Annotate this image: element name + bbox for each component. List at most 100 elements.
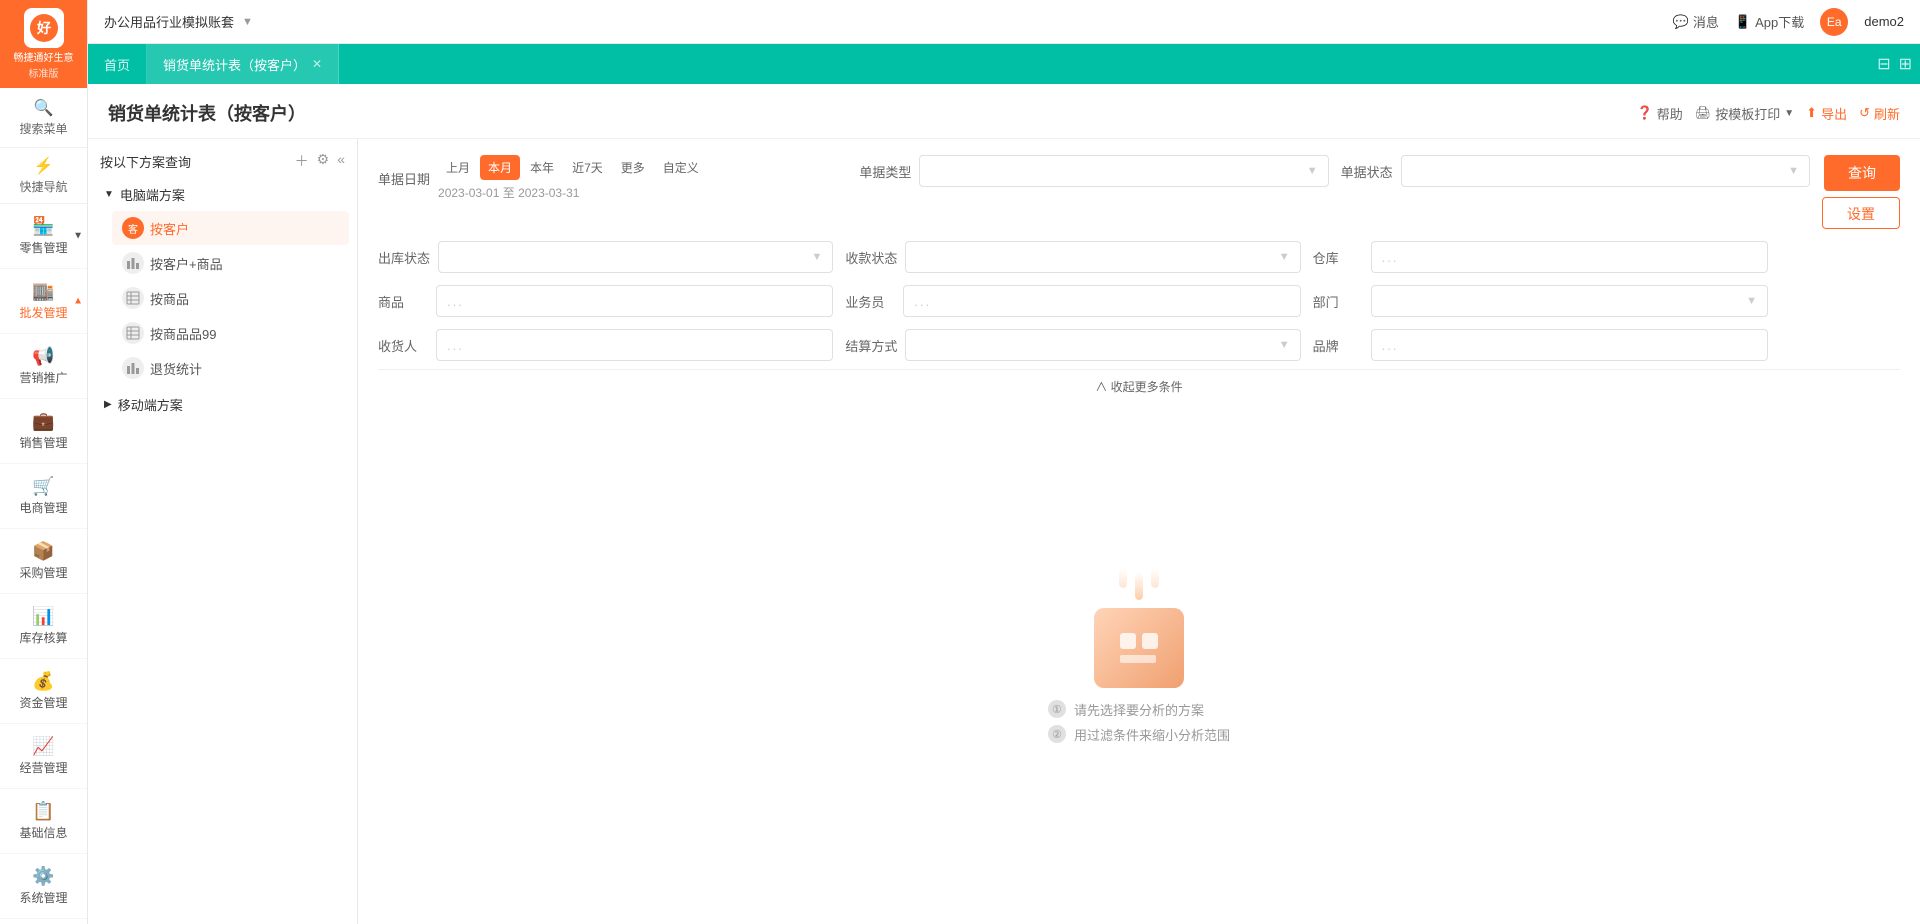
export-icon: ⬆ xyxy=(1806,105,1817,121)
tab-sales-stats[interactable]: 销货单统计表（按客户） ✕ xyxy=(147,44,339,84)
sidebar-item-operations[interactable]: 📈 经营管理 xyxy=(0,724,87,789)
print-button[interactable]: 🖨 按模板打印 ▼ xyxy=(1695,104,1794,123)
bar-chart-scheme-icon xyxy=(122,357,144,379)
messages-button[interactable]: 💬 消息 xyxy=(1673,12,1719,31)
date-last7-btn[interactable]: 近7天 xyxy=(564,155,611,180)
sidebar-item-basic-info[interactable]: 📋 基础信息 xyxy=(0,789,87,854)
tree-item-by-product[interactable]: 按商品 xyxy=(112,281,349,315)
sidebar-item-sys-mgmt[interactable]: ⚙️ 系统管理 xyxy=(0,854,87,919)
help-button[interactable]: ❓ 帮助 xyxy=(1637,104,1683,123)
sidebar-item-marketing[interactable]: 📢 营销推广 xyxy=(0,334,87,399)
ship-status-select[interactable]: ▼ xyxy=(438,241,833,273)
brand-label: 品牌 xyxy=(1313,336,1363,355)
sidebar-item-finance[interactable]: 💰 资金管理 xyxy=(0,659,87,724)
sidebar-item-quick-nav[interactable]: ⚡ 快捷导航 xyxy=(0,148,87,204)
empty-tips: ① 请先选择要分析的方案 ② 用过滤条件来缩小分析范围 xyxy=(1048,700,1230,744)
chart-scheme-icon xyxy=(122,252,144,274)
sidebar-item-inventory[interactable]: 📊 库存核算 xyxy=(0,594,87,659)
settings-scheme-icon[interactable]: ⚙ xyxy=(317,151,330,171)
receiver-input[interactable]: ... xyxy=(436,329,833,361)
sidebar-item-search-menu[interactable]: 🔍 搜索菜单 xyxy=(0,88,87,148)
warehouse-dots: ... xyxy=(1382,250,1399,265)
right-panel: 单据日期 上月 本月 本年 近7天 更多 自定义 xyxy=(358,139,1920,924)
tree-item-by-customer[interactable]: 客 按客户 xyxy=(112,211,349,245)
date-last-month-btn[interactable]: 上月 xyxy=(438,155,478,180)
tree-mobile-parent[interactable]: ▶ 移动端方案 xyxy=(96,389,349,420)
receiver-dots: ... xyxy=(447,338,464,353)
doc-type-label: 单据类型 xyxy=(859,162,911,181)
breadcrumb: 办公用品行业模拟账套 ▼ xyxy=(104,12,253,31)
chevron-down-icon: ▼ xyxy=(242,16,253,28)
sidebar-item-ecommerce[interactable]: 🛒 电商管理 xyxy=(0,464,87,529)
product-input[interactable]: ... xyxy=(436,285,833,317)
dept-select[interactable]: ▼ xyxy=(1371,285,1768,317)
date-this-year-btn[interactable]: 本年 xyxy=(522,155,562,180)
empty-tip-1: ① 请先选择要分析的方案 xyxy=(1048,700,1230,719)
chevron-up-icon: ▲ xyxy=(73,296,83,307)
tree-item-by-customer-product[interactable]: 按客户+商品 xyxy=(112,246,349,280)
tree-item-by-product99[interactable]: 按商品品99 xyxy=(112,316,349,350)
table2-scheme-icon xyxy=(122,322,144,344)
collapse-panel-icon[interactable]: « xyxy=(337,151,345,171)
sidebar-item-sales-mgmt[interactable]: 💼 销售管理 xyxy=(0,399,87,464)
scheme-tree: ▼ 电脑端方案 客 按客户 xyxy=(88,179,357,420)
date-range-text: 2023-03-01 至 2023-03-31 xyxy=(438,184,847,201)
tree-desktop-parent[interactable]: ▼ 电脑端方案 xyxy=(96,179,349,210)
left-panel-header: 按以下方案查询 ＋ ⚙ « xyxy=(88,151,357,179)
sidebar-item-purchase[interactable]: 📦 采购管理 xyxy=(0,529,87,594)
brand-dots: ... xyxy=(1382,338,1399,353)
refresh-button[interactable]: ↺ 刷新 xyxy=(1859,104,1900,123)
page-title: 销货单统计表（按客户） xyxy=(108,100,306,126)
username-label[interactable]: demo2 xyxy=(1864,14,1904,29)
warehouse-input[interactable]: ... xyxy=(1371,241,1768,273)
sidebar-item-retail-mgmt[interactable]: 🏪 零售管理 ▼ xyxy=(0,204,87,269)
filter-settle-item: 结算方式 ▼ xyxy=(845,329,1300,361)
chevron-down-icon: ▼ xyxy=(1746,295,1757,307)
warehouse-label: 仓库 xyxy=(1313,248,1363,267)
filter-receiver-item: 收货人 ... xyxy=(378,329,833,361)
tab-close-icon[interactable]: ✕ xyxy=(312,57,322,71)
chevron-down-icon: ▼ xyxy=(1784,108,1794,119)
collect-status-select[interactable]: ▼ xyxy=(905,241,1300,273)
collapse-filters-button[interactable]: ∧ 收起更多条件 xyxy=(378,369,1900,403)
ship-status-label: 出库状态 xyxy=(378,248,430,267)
header-actions: 💬 消息 📱 App下载 Ea demo2 xyxy=(1673,8,1904,36)
avatar: Ea xyxy=(1820,8,1848,36)
filter-area: 单据日期 上月 本月 本年 近7天 更多 自定义 xyxy=(378,155,1900,403)
brand-input[interactable]: ... xyxy=(1371,329,1768,361)
export-button[interactable]: ⬆ 导出 xyxy=(1806,104,1847,123)
date-this-month-btn[interactable]: 本月 xyxy=(480,155,520,180)
tab-minimize-icon[interactable]: ⊟ xyxy=(1877,54,1890,74)
settings-button[interactable]: 设置 xyxy=(1822,197,1900,229)
tree-desktop-children: 客 按客户 按客户+商品 xyxy=(96,211,349,385)
filter-date-item: 单据日期 上月 本月 本年 近7天 更多 自定义 xyxy=(378,155,847,201)
doc-type-select[interactable]: ▼ xyxy=(919,155,1328,187)
tab-expand-icon[interactable]: ⊞ xyxy=(1899,54,1912,74)
chevron-down-icon: ▼ xyxy=(1279,251,1290,263)
filter-doc-type-item: 单据类型 ▼ xyxy=(859,155,1328,187)
app-download-button[interactable]: 📱 App下载 xyxy=(1735,12,1804,31)
sidebar-item-corp-collab[interactable]: 🤝 企业协同 xyxy=(0,919,87,924)
logo-text: 畅捷通好生意 xyxy=(10,52,78,65)
robot-box xyxy=(1094,608,1184,688)
doc-status-select[interactable]: ▼ xyxy=(1401,155,1810,187)
left-panel: 按以下方案查询 ＋ ⚙ « ▼ 电脑端方案 xyxy=(88,139,358,924)
settle-select[interactable]: ▼ xyxy=(905,329,1300,361)
customer-scheme-icon: 客 xyxy=(122,217,144,239)
page-title-bar: 销货单统计表（按客户） ❓ 帮助 🖨 按模板打印 ▼ ⬆ 导出 xyxy=(88,84,1920,139)
tree-item-refund-stats[interactable]: 退货统计 xyxy=(112,351,349,385)
filter-warehouse-item: 仓库 ... xyxy=(1313,241,1768,273)
query-button[interactable]: 查询 xyxy=(1824,155,1900,191)
download-icon: 📱 xyxy=(1735,14,1751,30)
top-header: 办公用品行业模拟账套 ▼ 💬 消息 📱 App下载 Ea demo2 xyxy=(88,0,1920,44)
staff-input[interactable]: ... xyxy=(903,285,1300,317)
main-content: 办公用品行业模拟账套 ▼ 💬 消息 📱 App下载 Ea demo2 首页 销货… xyxy=(88,0,1920,924)
page-inner: 销货单统计表（按客户） ❓ 帮助 🖨 按模板打印 ▼ ⬆ 导出 xyxy=(88,84,1920,924)
date-custom-btn[interactable]: 自定义 xyxy=(655,155,707,180)
add-scheme-icon[interactable]: ＋ xyxy=(295,151,309,171)
date-more-btn[interactable]: 更多 xyxy=(613,155,653,180)
tab-bar-actions: ⊟ ⊞ xyxy=(1869,44,1920,84)
left-panel-title: 按以下方案查询 xyxy=(100,152,191,171)
sidebar-item-wholesale-mgmt[interactable]: 🏬 批发管理 ▲ xyxy=(0,269,87,334)
tab-home[interactable]: 首页 xyxy=(88,44,147,84)
